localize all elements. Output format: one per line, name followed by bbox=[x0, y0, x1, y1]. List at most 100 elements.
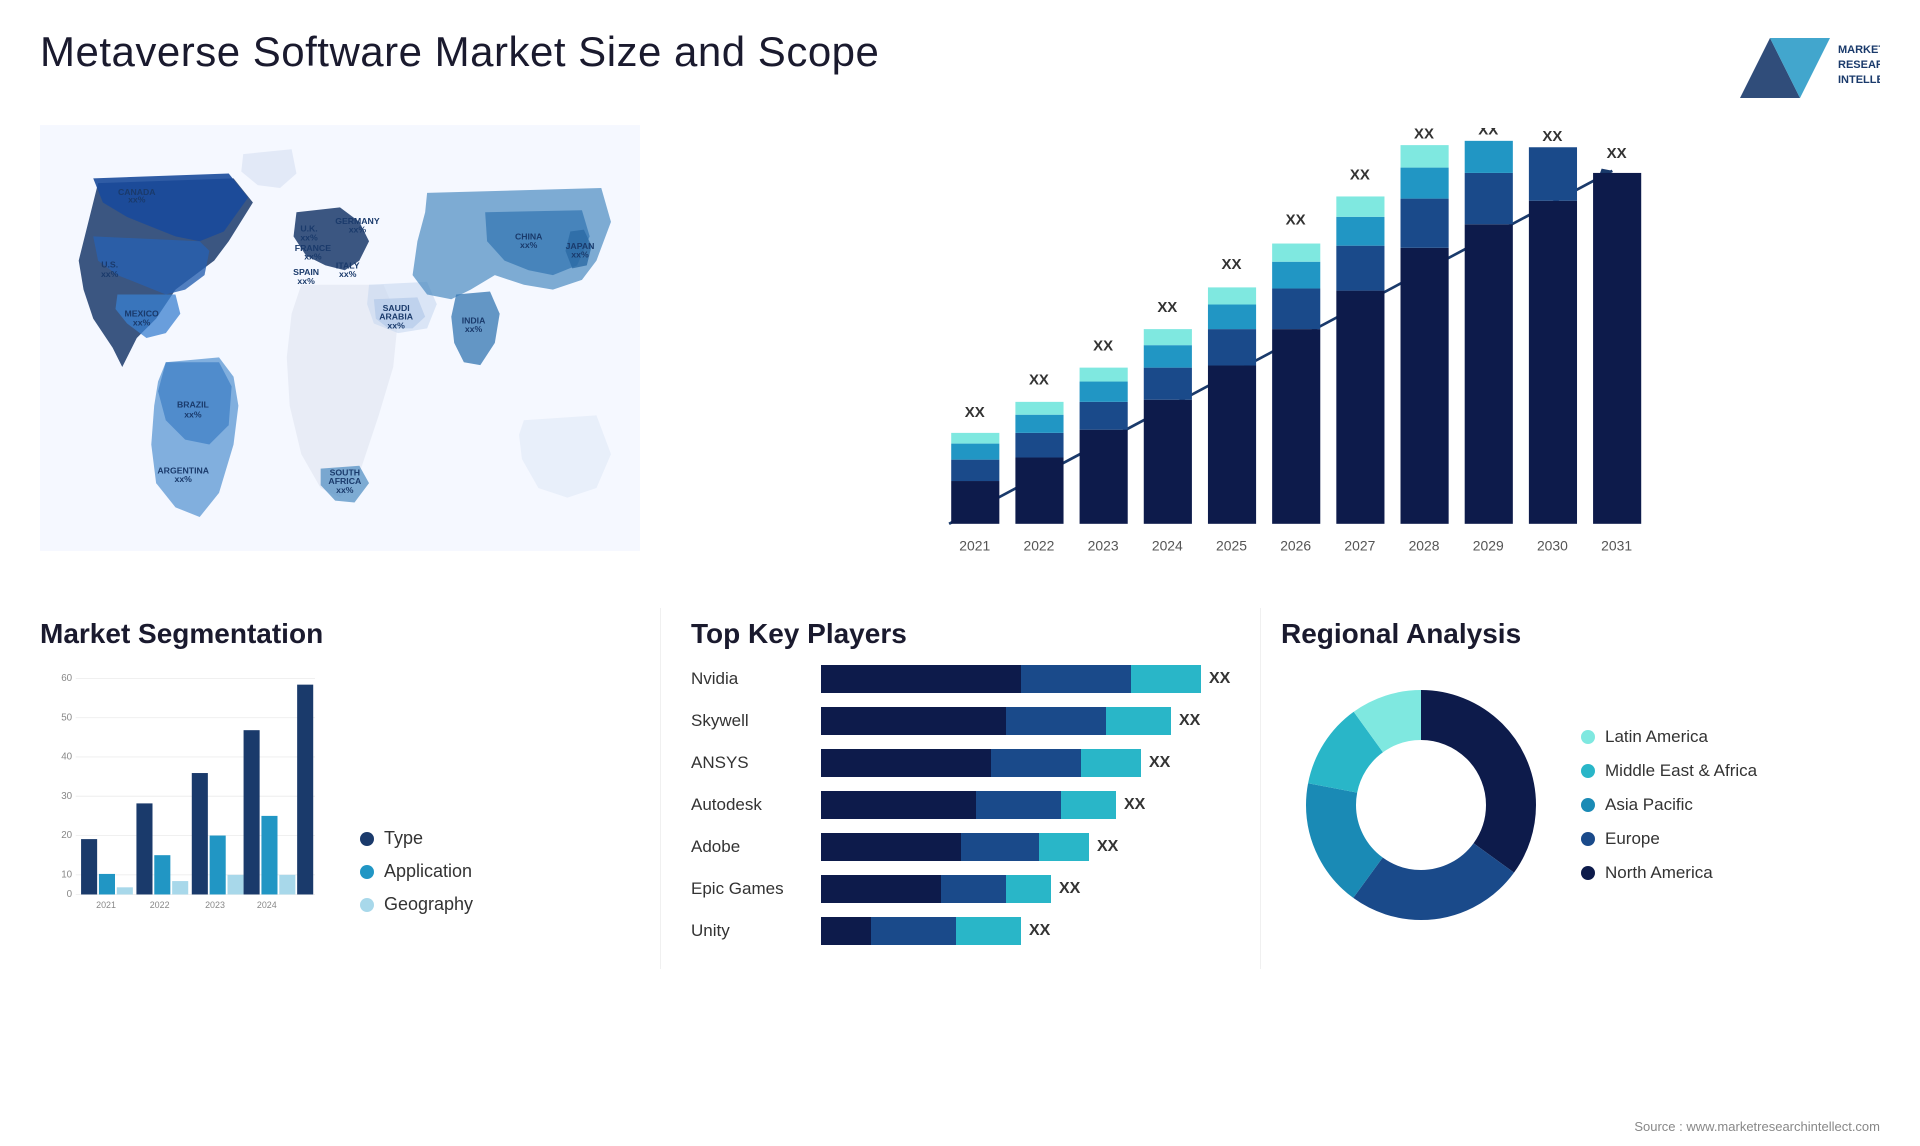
svg-text:xx%: xx% bbox=[101, 269, 119, 279]
player-row-epicgames: Epic Games XX bbox=[691, 875, 1230, 903]
svg-text:xx%: xx% bbox=[175, 474, 193, 484]
bar-chart-section: XX 2021 XX 2022 XX 2023 XX 2024 bbox=[660, 118, 1880, 598]
svg-text:xx%: xx% bbox=[133, 317, 151, 327]
svg-text:2021: 2021 bbox=[96, 900, 116, 910]
legend-north-america: North America bbox=[1581, 863, 1757, 883]
player-row-unity: Unity XX bbox=[691, 917, 1230, 945]
svg-text:XX: XX bbox=[1478, 128, 1498, 138]
svg-text:xx%: xx% bbox=[339, 269, 357, 279]
player-bar-autodesk: XX bbox=[821, 791, 1230, 819]
player-name-skywell: Skywell bbox=[691, 711, 811, 731]
player-name-nvidia: Nvidia bbox=[691, 669, 811, 689]
player-row-skywell: Skywell XX bbox=[691, 707, 1230, 735]
player-bar-ansys: XX bbox=[821, 749, 1230, 777]
growth-chart: XX 2021 XX 2022 XX 2023 XX 2024 bbox=[680, 128, 1860, 588]
world-map: CANADA xx% U.S. xx% MEXICO xx% BRAZIL xx… bbox=[40, 118, 640, 558]
segmentation-chart: 60 50 40 30 20 10 0 bbox=[40, 665, 340, 915]
player-label-adobe: XX bbox=[1097, 838, 1118, 856]
legend-latin-america: Latin America bbox=[1581, 727, 1757, 747]
player-bar-unity: XX bbox=[821, 917, 1230, 945]
svg-text:XX: XX bbox=[1542, 128, 1562, 145]
player-bar-adobe: XX bbox=[821, 833, 1230, 861]
map-section: CANADA xx% U.S. xx% MEXICO xx% BRAZIL xx… bbox=[40, 118, 660, 598]
donut-chart bbox=[1281, 665, 1561, 945]
svg-text:40: 40 bbox=[61, 752, 72, 763]
legend-geography: Geography bbox=[360, 894, 473, 915]
north-america-dot bbox=[1581, 866, 1595, 880]
player-name-ansys: ANSYS bbox=[691, 753, 811, 773]
player-name-adobe: Adobe bbox=[691, 837, 811, 857]
svg-text:20: 20 bbox=[61, 830, 72, 841]
legend-europe: Europe bbox=[1581, 829, 1757, 849]
player-label-autodesk: XX bbox=[1124, 796, 1145, 814]
svg-text:2028: 2028 bbox=[1409, 538, 1440, 554]
svg-text:xx%: xx% bbox=[304, 252, 322, 262]
asia-pacific-label: Asia Pacific bbox=[1605, 795, 1693, 815]
north-america-label: North America bbox=[1605, 863, 1713, 883]
players-title: Top Key Players bbox=[691, 618, 1230, 650]
svg-text:2023: 2023 bbox=[1088, 538, 1119, 554]
player-name-unity: Unity bbox=[691, 921, 811, 941]
header: Metaverse Software Market Size and Scope… bbox=[0, 0, 1920, 118]
player-label-nvidia: XX bbox=[1209, 670, 1230, 688]
player-name-autodesk: Autodesk bbox=[691, 795, 811, 815]
source-text: Source : www.marketresearchintellect.com bbox=[1634, 1119, 1880, 1134]
svg-text:xx%: xx% bbox=[128, 195, 146, 205]
svg-text:10: 10 bbox=[61, 870, 72, 881]
legend-asia-pacific: Asia Pacific bbox=[1581, 795, 1757, 815]
svg-text:2025: 2025 bbox=[1216, 538, 1247, 554]
latin-america-label: Latin America bbox=[1605, 727, 1708, 747]
svg-text:2022: 2022 bbox=[1023, 538, 1054, 554]
svg-text:2031: 2031 bbox=[1601, 538, 1632, 554]
latin-america-dot bbox=[1581, 730, 1595, 744]
player-row-adobe: Adobe XX bbox=[691, 833, 1230, 861]
legend-application: Application bbox=[360, 861, 473, 882]
player-name-epicgames: Epic Games bbox=[691, 879, 811, 899]
svg-text:2029: 2029 bbox=[1473, 538, 1504, 554]
legend-mea: Middle East & Africa bbox=[1581, 761, 1757, 781]
svg-text:xx%: xx% bbox=[465, 324, 483, 334]
donut-area: Latin America Middle East & Africa Asia … bbox=[1281, 665, 1860, 945]
legend-application-label: Application bbox=[384, 861, 472, 882]
svg-text:XX: XX bbox=[965, 404, 985, 421]
svg-text:xx%: xx% bbox=[297, 276, 315, 286]
seg-chart-area: 60 50 40 30 20 10 0 bbox=[40, 665, 640, 915]
regional-section: Regional Analysis bbox=[1260, 608, 1880, 969]
svg-text:XX: XX bbox=[1093, 338, 1113, 355]
svg-text:XX: XX bbox=[1607, 145, 1627, 162]
svg-text:MARKET: MARKET bbox=[1838, 44, 1880, 56]
svg-text:U.S.: U.S. bbox=[101, 259, 118, 269]
europe-label: Europe bbox=[1605, 829, 1660, 849]
svg-text:50: 50 bbox=[61, 712, 72, 723]
svg-text:XX: XX bbox=[1157, 299, 1177, 316]
svg-text:60: 60 bbox=[61, 673, 72, 684]
segmentation-section: Market Segmentation 60 50 40 30 20 10 0 bbox=[40, 608, 660, 969]
company-logo: MARKET RESEARCH INTELLECT bbox=[1730, 28, 1880, 108]
europe-dot bbox=[1581, 832, 1595, 846]
main-content: CANADA xx% U.S. xx% MEXICO xx% BRAZIL xx… bbox=[0, 118, 1920, 969]
svg-text:0: 0 bbox=[67, 889, 73, 900]
player-label-unity: XX bbox=[1029, 922, 1050, 940]
mea-label: Middle East & Africa bbox=[1605, 761, 1757, 781]
players-section: Top Key Players Nvidia XX Skywell bbox=[660, 608, 1260, 969]
svg-text:XX: XX bbox=[1029, 372, 1049, 389]
svg-text:xx%: xx% bbox=[349, 225, 367, 235]
svg-text:2024: 2024 bbox=[257, 900, 277, 910]
player-label-skywell: XX bbox=[1179, 712, 1200, 730]
svg-text:2021: 2021 bbox=[959, 538, 990, 554]
mea-dot bbox=[1581, 764, 1595, 778]
segmentation-title: Market Segmentation bbox=[40, 618, 640, 650]
page-title: Metaverse Software Market Size and Scope bbox=[40, 28, 879, 76]
bottom-section: Market Segmentation 60 50 40 30 20 10 0 bbox=[40, 598, 1880, 969]
legend-geography-label: Geography bbox=[384, 894, 473, 915]
svg-text:xx%: xx% bbox=[184, 409, 202, 419]
regional-legend: Latin America Middle East & Africa Asia … bbox=[1581, 727, 1757, 883]
legend-type: Type bbox=[360, 828, 473, 849]
geography-dot bbox=[360, 898, 374, 912]
svg-text:XX: XX bbox=[1414, 128, 1434, 143]
legend-type-label: Type bbox=[384, 828, 423, 849]
svg-text:xx%: xx% bbox=[520, 240, 538, 250]
player-bar-skywell: XX bbox=[821, 707, 1230, 735]
asia-pacific-dot bbox=[1581, 798, 1595, 812]
svg-text:2024: 2024 bbox=[1152, 538, 1183, 554]
